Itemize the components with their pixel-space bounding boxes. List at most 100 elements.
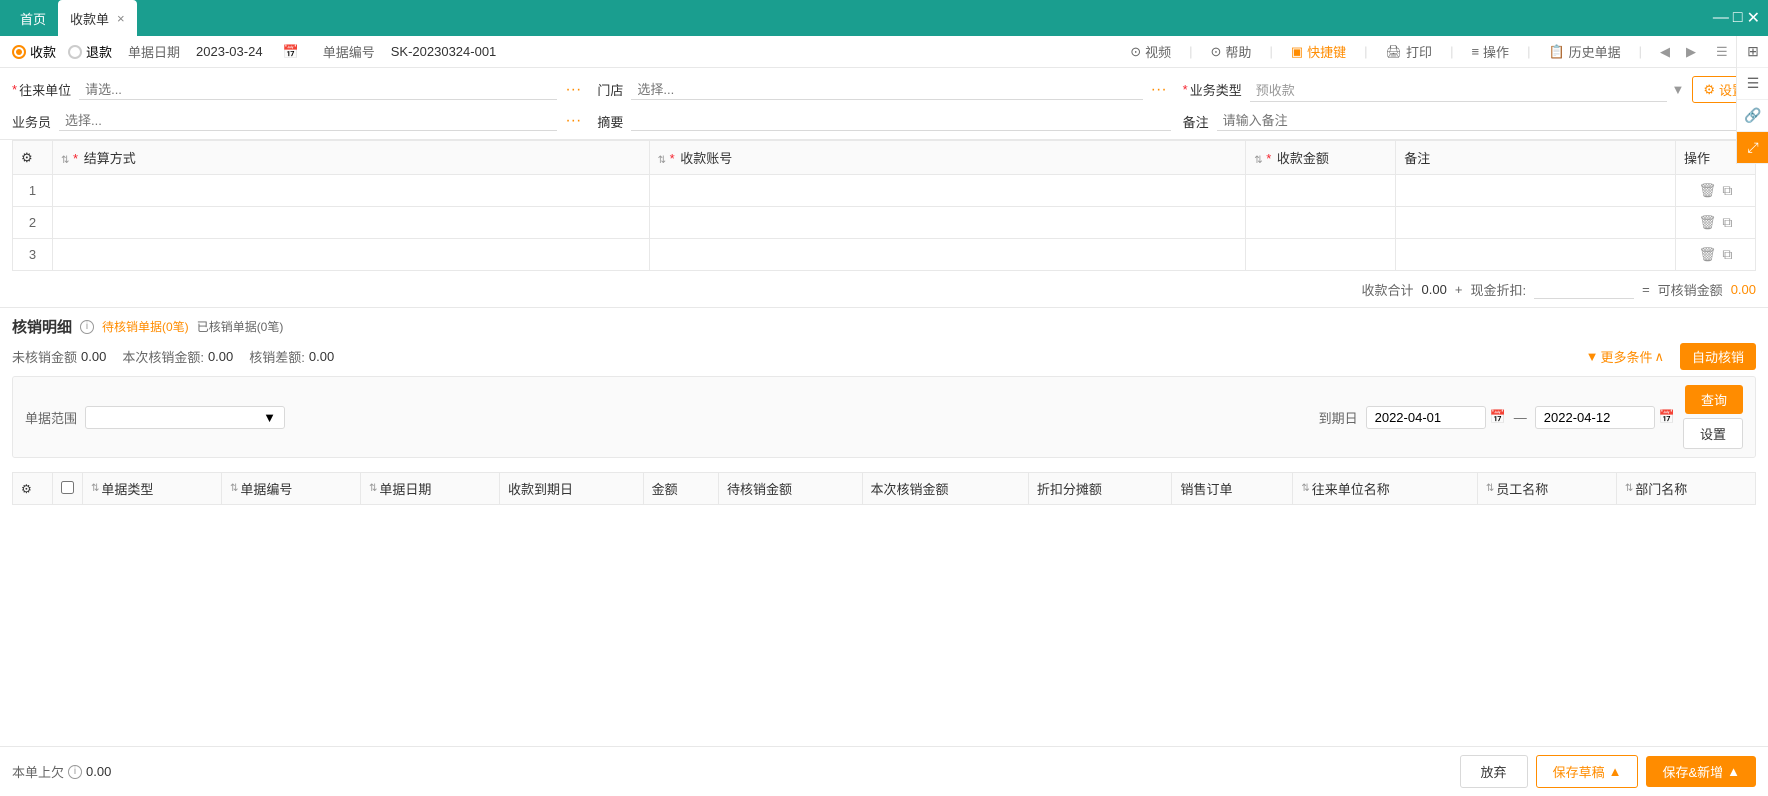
bottom-table: ⚙ ⇅单据类型 ⇅单据编号 ⇅单据日期 收款到期日 (12, 472, 1756, 505)
remarks-cell-1[interactable] (1396, 175, 1676, 207)
amount-cell-2[interactable] (1246, 207, 1396, 239)
col-gear-bottom[interactable]: ⚙ (13, 473, 53, 505)
verify-tab-done[interactable]: 已核销单据(0笔) (197, 318, 284, 335)
date-to-calendar-icon[interactable]: 📅 (1659, 409, 1675, 425)
staff-more-btn[interactable]: ··· (561, 112, 585, 130)
footer-right: 放弃 保存草稿 ▲ 保存&新增 ▲ (1460, 755, 1756, 788)
business-type-select[interactable]: 预收款 (1250, 78, 1668, 102)
account-cell-3[interactable] (649, 239, 1246, 271)
discount-input[interactable] (1534, 279, 1634, 299)
filter-icon: ▼ (1586, 349, 1599, 364)
auto-verify-button[interactable]: 自动核销 (1680, 343, 1756, 370)
store-more-btn[interactable]: ··· (1147, 81, 1171, 99)
remarks-cell-3[interactable] (1396, 239, 1676, 271)
counterpart-input[interactable] (79, 80, 557, 100)
copy-row-3-icon[interactable]: ⧉ (1722, 246, 1732, 263)
unverified-value: 0.00 (81, 349, 106, 364)
counterpart-more-btn[interactable]: ··· (561, 81, 585, 99)
amount-cell-1[interactable] (1246, 175, 1396, 207)
amount-cell-3[interactable] (1246, 239, 1396, 271)
right-sidebar: ⊞ ☰ 🔗 ⤢ (1736, 36, 1768, 164)
receipt-table: ⚙ ⇅ * 结算方式 ⇅ * 收款账号 ⇅ * 收款 (12, 140, 1756, 271)
verify-stats: 未核销金额 0.00 本次核销金额: 0.00 核销差额: 0.00 ▼ 更多条… (12, 343, 1756, 370)
nav-prev-icon[interactable]: ◀ (1660, 44, 1670, 60)
close-window-icon[interactable]: ✕ (1747, 8, 1760, 28)
abandon-button[interactable]: 放弃 (1460, 755, 1528, 788)
query-button[interactable]: 查询 (1685, 385, 1743, 414)
view-list-icon[interactable]: ☰ (1716, 44, 1728, 60)
col-pending: 待核销金额 (718, 473, 862, 505)
radio-refund[interactable]: 退款 (68, 42, 112, 61)
copy-row-1-icon[interactable]: ⧉ (1722, 182, 1732, 199)
maximize-icon[interactable]: □ (1733, 9, 1743, 27)
col-discount: 折扣分摊额 (1028, 473, 1172, 505)
range-select[interactable]: ▼ (85, 406, 285, 429)
verify-info-icon[interactable]: i (80, 320, 94, 334)
sidebar-table-icon[interactable]: ⊞ (1737, 36, 1768, 68)
save-draft-button[interactable]: 保存草稿 ▲ (1536, 755, 1639, 788)
table-row: 3 🗑 ⧉ (13, 239, 1756, 271)
video-action[interactable]: ⊙ 视频 (1130, 42, 1171, 61)
verifiable-value: 0.00 (1731, 282, 1756, 297)
operation-action[interactable]: ≡ 操作 (1471, 42, 1509, 61)
date-from-calendar-icon[interactable]: 📅 (1490, 409, 1506, 425)
col-checkbox-header[interactable] (53, 473, 83, 505)
form-row-1: * 往来单位 ··· 门店 ··· * 业务类型 预收款 ▼ ⚙ (12, 76, 1756, 103)
sidebar-link-icon[interactable]: 🔗 (1737, 100, 1768, 132)
table-gear-icon[interactable]: ⚙ (13, 141, 53, 175)
delete-row-2-icon[interactable]: 🗑 (1699, 214, 1717, 231)
filter-settings-button[interactable]: 设置 (1683, 418, 1743, 449)
settlement-cell-3[interactable] (53, 239, 650, 271)
main-area: 收款 退款 单据日期 2023-03-24 📅 单据编号 SK-20230324… (0, 36, 1768, 796)
date-to-input[interactable] (1535, 406, 1655, 429)
settlement-cell-2[interactable] (53, 207, 650, 239)
document-number: SK-20230324-001 (391, 44, 497, 59)
business-type-arrow: ▼ (1671, 82, 1684, 97)
footer-info-icon[interactable]: i (68, 765, 82, 779)
select-all-checkbox[interactable] (61, 481, 74, 494)
remarks-input[interactable] (1217, 111, 1756, 131)
date-from-input[interactable] (1366, 406, 1486, 429)
minimize-icon[interactable]: — (1713, 9, 1729, 27)
radio-receipt-dot (12, 45, 26, 59)
help-action[interactable]: ⊙ 帮助 (1211, 42, 1252, 61)
summary-input[interactable] (631, 111, 1170, 131)
date-to-group: 📅 (1535, 406, 1675, 429)
nav-next-icon[interactable]: ▶ (1686, 44, 1696, 60)
form-row-2: 业务员 ··· 摘要 备注 (12, 111, 1756, 131)
copy-row-2-icon[interactable]: ⧉ (1722, 214, 1732, 231)
remarks-cell-2[interactable] (1396, 207, 1676, 239)
delete-row-1-icon[interactable]: 🗑 (1699, 182, 1717, 199)
verify-section: 核销明细 i 待核销单据(0笔) 已核销单据(0笔) 未核销金额 0.00 本次… (0, 308, 1768, 472)
close-tab-icon[interactable]: × (117, 11, 125, 26)
date-calendar-icon[interactable]: 📅 (283, 44, 299, 60)
this-verify-value: 0.00 (208, 349, 233, 364)
form-area: * 往来单位 ··· 门店 ··· * 业务类型 预收款 ▼ ⚙ (0, 68, 1768, 140)
radio-refund-dot (68, 45, 82, 59)
sidebar-expand-icon[interactable]: ⤢ (1737, 132, 1768, 164)
more-conditions-btn[interactable]: ▼ 更多条件 ∧ (1586, 347, 1664, 366)
col-doc-type: ⇅单据类型 (83, 473, 222, 505)
print-action[interactable]: 🖨 打印 (1386, 42, 1433, 61)
store-input[interactable] (631, 80, 1142, 100)
account-cell-2[interactable] (649, 207, 1246, 239)
shortcut-action[interactable]: ▣ 快捷键 (1291, 42, 1346, 61)
nav-tab-home[interactable]: 首页 (8, 0, 58, 36)
remarks-field: 备注 (1183, 111, 1756, 131)
current-value: 0.00 (86, 764, 111, 779)
footer-bar: 本单上欠 i 0.00 放弃 保存草稿 ▲ 保存&新增 ▲ (0, 746, 1768, 796)
radio-receipt[interactable]: 收款 (12, 42, 56, 61)
save-new-button[interactable]: 保存&新增 ▲ (1646, 756, 1756, 787)
account-cell-1[interactable] (649, 175, 1246, 207)
nav-tab-receipt[interactable]: 收款单 × (58, 0, 137, 36)
col-doc-number: ⇅单据编号 (222, 473, 361, 505)
staff-input[interactable] (59, 111, 557, 131)
sidebar-list-icon[interactable]: ☰ (1737, 68, 1768, 100)
total-label: 收款合计 (1362, 280, 1414, 299)
settlement-cell-1[interactable] (53, 175, 650, 207)
verify-tab-pending[interactable]: 待核销单据(0笔) (102, 318, 189, 335)
save-draft-arrow-icon: ▲ (1609, 764, 1622, 779)
date-actions: 查询 设置 (1683, 385, 1743, 449)
delete-row-3-icon[interactable]: 🗑 (1699, 246, 1717, 263)
history-action[interactable]: 📋 历史单据 (1548, 42, 1620, 61)
